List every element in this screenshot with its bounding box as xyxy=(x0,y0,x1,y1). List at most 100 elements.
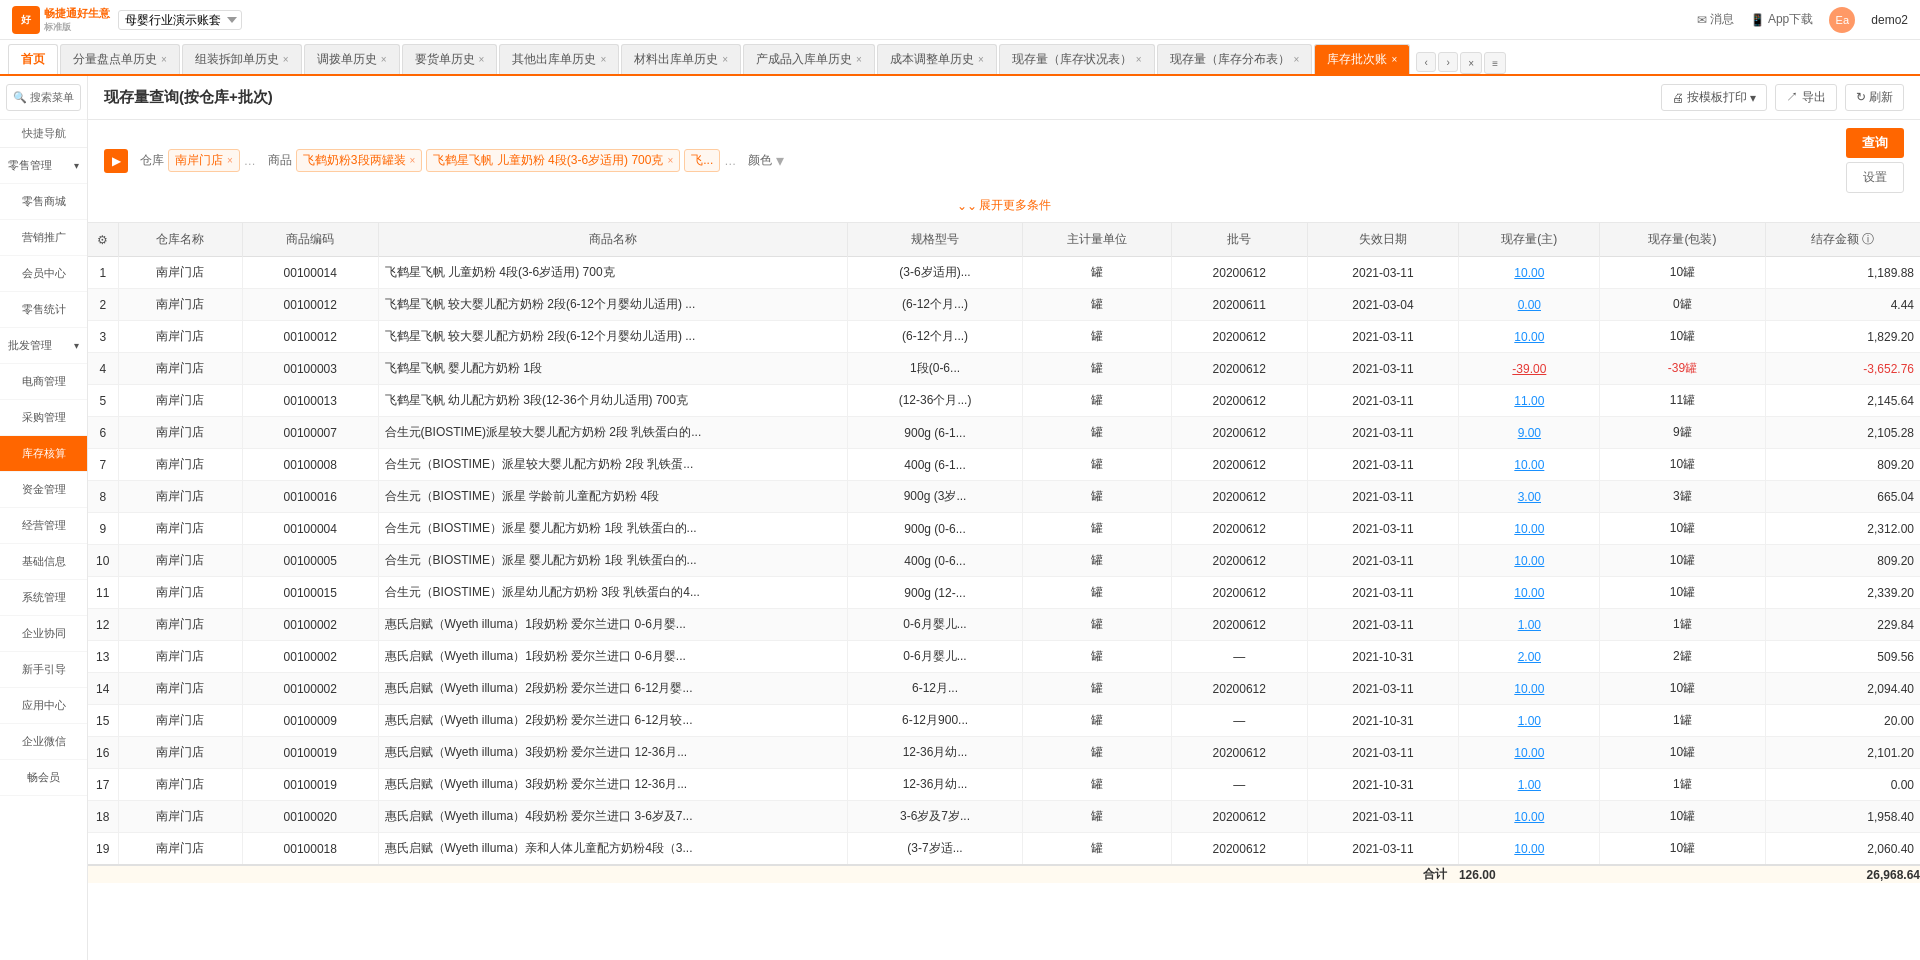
row-qty-main[interactable]: 2.00 xyxy=(1459,641,1600,673)
close-icon[interactable]: × xyxy=(1294,54,1300,65)
sidebar-item-jing-ying[interactable]: 经营管理 xyxy=(0,508,87,544)
settings-button[interactable]: 设置 xyxy=(1846,162,1904,193)
nav-prev-button[interactable]: ‹ xyxy=(1416,52,1436,72)
more-warehouses-button[interactable]: … xyxy=(244,154,256,168)
sidebar-item-chang-hui[interactable]: 畅会员 xyxy=(0,760,87,796)
nav-next-button[interactable]: › xyxy=(1438,52,1458,72)
sidebar-item-ling-shou[interactable]: 零售管理 ▾ xyxy=(0,148,87,184)
row-qty-pkg: 2罐 xyxy=(1600,641,1765,673)
row-qty-main[interactable]: 10.00 xyxy=(1459,673,1600,705)
tab-xian-cun-ku[interactable]: 现存量（库存状况表） × xyxy=(999,44,1155,74)
product-tag-2[interactable]: 飞鹤星飞帆 儿童奶粉 4段(3-6岁适用) 700克 × xyxy=(426,149,680,172)
message-button[interactable]: ✉ 消息 xyxy=(1697,11,1734,28)
row-qty-main[interactable]: 1.00 xyxy=(1459,705,1600,737)
filter-expand-left-button[interactable]: ▶ xyxy=(104,149,128,173)
nav-close-all-button[interactable]: × xyxy=(1460,52,1482,74)
row-qty-main[interactable]: 10.00 xyxy=(1459,545,1600,577)
row-qty-main[interactable]: 10.00 xyxy=(1459,833,1600,866)
remove-product-icon[interactable]: × xyxy=(667,155,673,166)
quick-nav-button[interactable]: 快捷导航 xyxy=(0,120,87,148)
sidebar-search-section: 🔍 搜索菜单 xyxy=(0,76,87,120)
app-download-button[interactable]: 📱 App下载 xyxy=(1750,11,1813,28)
close-icon[interactable]: × xyxy=(978,54,984,65)
close-icon[interactable]: × xyxy=(479,54,485,65)
remove-warehouse-icon[interactable]: × xyxy=(227,155,233,166)
sidebar-item-ling-shou-shang[interactable]: 零售商城 xyxy=(0,184,87,220)
row-qty-main[interactable]: 10.00 xyxy=(1459,321,1600,353)
product-tag-1[interactable]: 飞鹤奶粉3段两罐装 × xyxy=(296,149,423,172)
tab-fen-piao[interactable]: 分量盘点单历史 × xyxy=(60,44,180,74)
close-icon[interactable]: × xyxy=(722,54,728,65)
sidebar-item-ling-shou-tong[interactable]: 零售统计 xyxy=(0,292,87,328)
sidebar-item-xi-tong[interactable]: 系统管理 xyxy=(0,580,87,616)
sidebar-item-ku-cun[interactable]: 库存核算 xyxy=(0,436,87,472)
nav-menu-button[interactable]: ≡ xyxy=(1484,52,1506,74)
top-bar: 好 畅捷通好生意 标准版 母婴行业演示账套 ✉ 消息 📱 App下载 Ea de… xyxy=(0,0,1920,40)
tab-qi-ta-chu[interactable]: 其他出库单历史 × xyxy=(499,44,619,74)
tab-chan-pin-ru[interactable]: 产成品入库单历史 × xyxy=(743,44,875,74)
row-warehouse: 南岸门店 xyxy=(118,641,243,673)
row-qty-main[interactable]: 3.00 xyxy=(1459,481,1600,513)
sidebar-item-cai-gou[interactable]: 采购管理 xyxy=(0,400,87,436)
sidebar-item-ying-yong[interactable]: 应用中心 xyxy=(0,688,87,724)
tab-cheng-ben[interactable]: 成本调整单历史 × xyxy=(877,44,997,74)
col-amount: 结存金额 ⓘ xyxy=(1765,223,1920,257)
col-code: 商品编码 xyxy=(243,223,379,257)
row-unit: 罐 xyxy=(1023,833,1172,866)
more-products-button[interactable]: … xyxy=(724,154,736,168)
sidebar-item-hui-yuan[interactable]: 会员中心 xyxy=(0,256,87,292)
tab-home[interactable]: 首页 xyxy=(8,44,58,74)
sidebar-item-ji-chu[interactable]: 基础信息 xyxy=(0,544,87,580)
close-icon[interactable]: × xyxy=(600,54,606,65)
color-expand-icon[interactable]: ▾ xyxy=(776,151,784,170)
row-qty-main[interactable]: 11.00 xyxy=(1459,385,1600,417)
row-qty-main[interactable]: 1.00 xyxy=(1459,769,1600,801)
row-qty-main[interactable]: 10.00 xyxy=(1459,257,1600,289)
tab-yao-huo[interactable]: 要货单历史 × xyxy=(402,44,498,74)
tab-tiao-bo[interactable]: 调拨单历史 × xyxy=(304,44,400,74)
warehouse-tag[interactable]: 南岸门店 × xyxy=(168,149,240,172)
row-qty-main[interactable]: 1.00 xyxy=(1459,609,1600,641)
row-qty-pkg: -39罐 xyxy=(1600,353,1765,385)
col-settings[interactable]: ⚙ xyxy=(88,223,118,257)
export-button[interactable]: ↗ 导出 xyxy=(1775,84,1836,111)
row-qty-main[interactable]: 9.00 xyxy=(1459,417,1600,449)
tab-cai-liao-chu[interactable]: 材料出库单历史 × xyxy=(621,44,741,74)
row-qty-main[interactable]: -39.00 xyxy=(1459,353,1600,385)
row-qty-main[interactable]: 0.00 xyxy=(1459,289,1600,321)
close-icon[interactable]: × xyxy=(381,54,387,65)
query-button[interactable]: 查询 xyxy=(1846,128,1904,158)
company-select[interactable]: 母婴行业演示账套 xyxy=(118,10,242,30)
tab-zu-zhuang[interactable]: 组装拆卸单历史 × xyxy=(182,44,302,74)
search-menu-button[interactable]: 🔍 搜索菜单 xyxy=(6,84,81,111)
avatar[interactable]: Ea xyxy=(1829,7,1855,33)
row-qty-main[interactable]: 10.00 xyxy=(1459,449,1600,481)
sidebar-item-ying-xiao[interactable]: 营销推广 xyxy=(0,220,87,256)
row-qty-main[interactable]: 10.00 xyxy=(1459,737,1600,769)
row-expire: 2021-03-11 xyxy=(1307,577,1459,609)
row-qty-main[interactable]: 10.00 xyxy=(1459,513,1600,545)
close-icon[interactable]: × xyxy=(161,54,167,65)
sidebar-item-pi-fa[interactable]: 批发管理 ▾ xyxy=(0,328,87,364)
sidebar-item-qi-ye-wei[interactable]: 企业微信 xyxy=(0,724,87,760)
sidebar-item-zi-jin[interactable]: 资金管理 xyxy=(0,472,87,508)
sidebar-item-qi-ye[interactable]: 企业协同 xyxy=(0,616,87,652)
product-tag-3[interactable]: 飞... xyxy=(684,149,720,172)
sidebar-item-xin-shou[interactable]: 新手引导 xyxy=(0,652,87,688)
close-icon[interactable]: × xyxy=(1391,54,1397,65)
print-button[interactable]: 🖨 按模板打印 ▾ xyxy=(1661,84,1767,111)
close-icon[interactable]: × xyxy=(856,54,862,65)
close-icon[interactable]: × xyxy=(283,54,289,65)
tab-xian-cun-fen[interactable]: 现存量（库存分布表） × xyxy=(1157,44,1313,74)
nav-tabs: 首页 分量盘点单历史 × 组装拆卸单历史 × 调拨单历史 × 要货单历史 × 其… xyxy=(0,40,1920,76)
tab-ku-cun-pi[interactable]: 库存批次账 × xyxy=(1314,44,1410,74)
remove-product-icon[interactable]: × xyxy=(410,155,416,166)
close-icon[interactable]: × xyxy=(1136,54,1142,65)
row-qty-pkg: 10罐 xyxy=(1600,673,1765,705)
sidebar-item-dian-shang[interactable]: 电商管理 xyxy=(0,364,87,400)
refresh-button[interactable]: ↻ 刷新 xyxy=(1845,84,1904,111)
avatar-label: Ea xyxy=(1836,14,1849,26)
row-qty-main[interactable]: 10.00 xyxy=(1459,801,1600,833)
expand-more-conditions-button[interactable]: ⌄⌄ 展开更多条件 xyxy=(104,197,1904,214)
row-qty-main[interactable]: 10.00 xyxy=(1459,577,1600,609)
